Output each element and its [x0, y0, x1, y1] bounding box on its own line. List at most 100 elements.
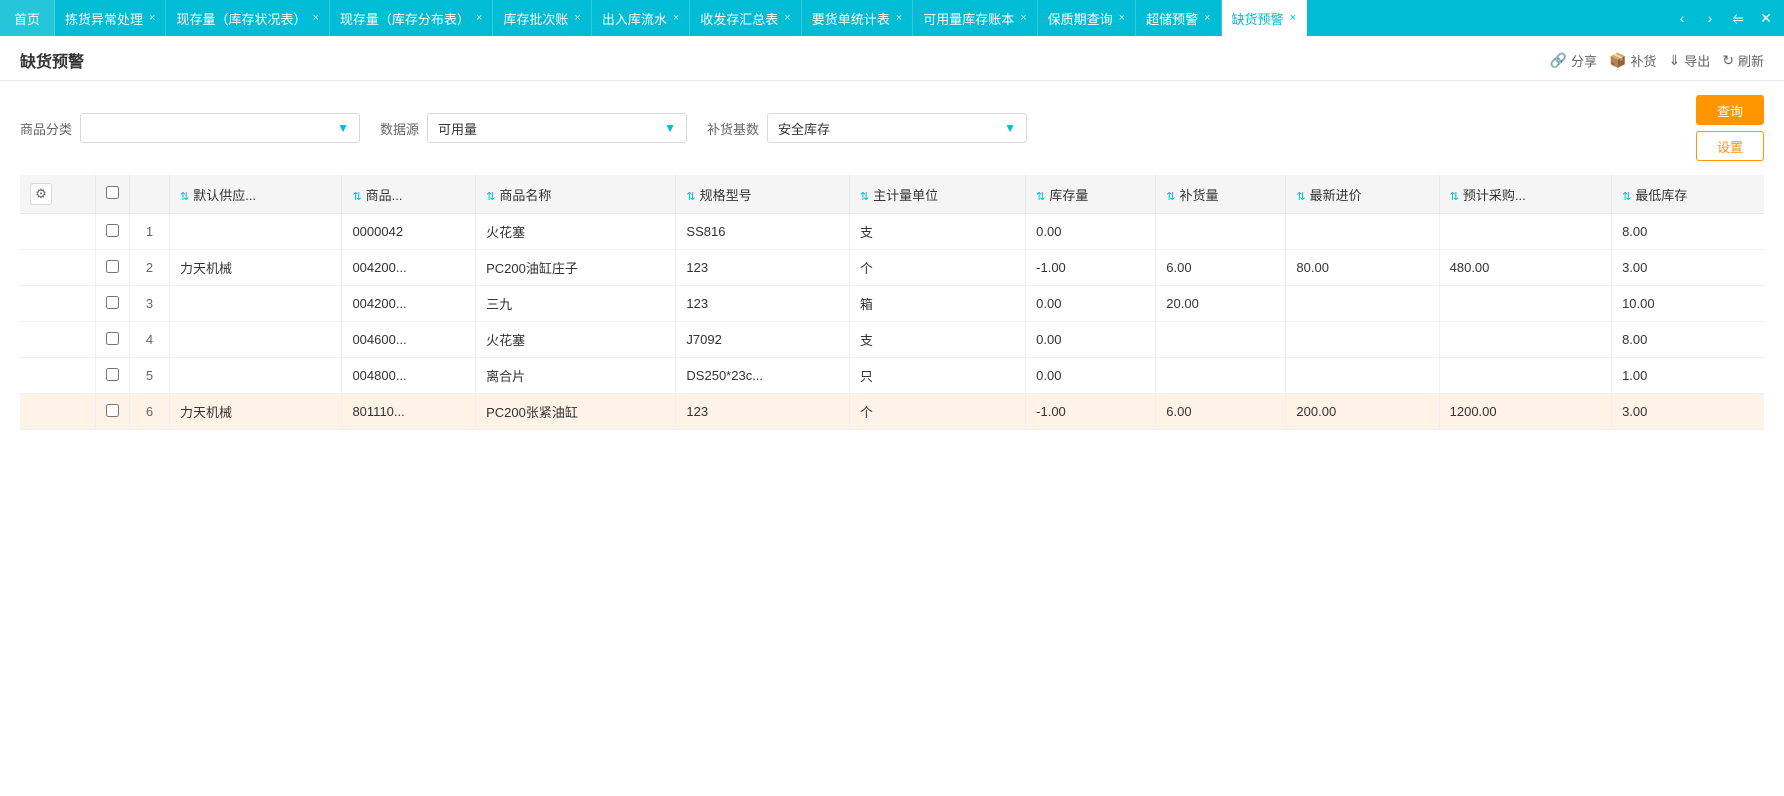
settings-button[interactable]: 设置: [1696, 131, 1764, 161]
page-title: 缺货预警: [20, 48, 84, 72]
cell-est_purchase-row1: 480.00: [1439, 250, 1611, 286]
row-checkbox-0[interactable]: [106, 224, 119, 237]
cell-gear-row3: [20, 322, 96, 358]
cell-item_name-row2: 三九: [476, 286, 676, 322]
datasource-dropdown-icon: ▼: [664, 121, 676, 135]
share-action[interactable]: 🔗 分享: [1550, 51, 1597, 70]
filter-area: 商品分类 ▼ 数据源 可用量 ▼ 补货基数 安全库存 ▼ 查询 设置: [0, 81, 1784, 175]
nav-tab-close-inout-flow[interactable]: ×: [673, 12, 679, 24]
query-button[interactable]: 查询: [1696, 95, 1764, 125]
cell-unit-row1: 个: [849, 250, 1025, 286]
nav-tab-close-overstock-warning[interactable]: ×: [1204, 12, 1210, 24]
nav-tab-close-inventory-dist[interactable]: ×: [476, 12, 482, 24]
col-header-min_stock[interactable]: ⇅最低库存: [1612, 175, 1764, 214]
col-header-spec[interactable]: ⇅规格型号: [676, 175, 849, 214]
category-select[interactable]: ▼: [80, 113, 360, 143]
cell-default_supplier-row1: 力天机械: [170, 250, 342, 286]
cell-unit-row5: 个: [849, 394, 1025, 430]
col-header-default_supplier[interactable]: ⇅默认供应...: [170, 175, 342, 214]
nav-tab-inventory-dist[interactable]: 现存量（库存分布表） ×: [330, 0, 493, 36]
cell-unit-row2: 箱: [849, 286, 1025, 322]
cell-item_code-row2: 004200...: [342, 286, 476, 322]
select-all-checkbox[interactable]: [106, 186, 119, 199]
nav-tab-batch-account[interactable]: 库存批次账 ×: [493, 0, 591, 36]
table-row: 2力天机械004200...PC200油缸庄子123个-1.006.0080.0…: [20, 250, 1764, 286]
row-checkbox-2[interactable]: [106, 296, 119, 309]
sort-icon-item_code: ⇅: [352, 191, 361, 203]
row-checkbox-1[interactable]: [106, 260, 119, 273]
nav-tab-inventory-status[interactable]: 现存量（库存状况表） ×: [166, 0, 329, 36]
nav-tab-order-stats[interactable]: 要货单统计表 ×: [802, 0, 913, 36]
cell-checkbox-row2: [96, 286, 130, 322]
cell-latest_price-row0: [1286, 214, 1439, 250]
nav-tab-close-shortage-warning[interactable]: ×: [1290, 12, 1296, 24]
nav-close-button[interactable]: ✕: [1752, 4, 1780, 32]
cell-min_stock-row2: 10.00: [1612, 286, 1764, 322]
nav-tab-close-pick-anomaly[interactable]: ×: [149, 12, 155, 24]
refresh-action[interactable]: ↻ 刷新: [1722, 51, 1764, 70]
nav-tab-shortage-warning[interactable]: 缺货预警 ×: [1222, 0, 1307, 36]
col-header-item_code[interactable]: ⇅商品...: [342, 175, 476, 214]
col-header-stock_qty[interactable]: ⇅库存量: [1026, 175, 1156, 214]
nav-tab-available-ledger[interactable]: 可用量库存账本 ×: [913, 0, 1037, 36]
col-header-replenish_qty[interactable]: ⇅补货量: [1156, 175, 1286, 214]
replenish-base-select-value: 安全库存: [778, 119, 830, 138]
nav-tab-expiry-query[interactable]: 保质期查询 ×: [1038, 0, 1136, 36]
nav-tab-close-expiry-query[interactable]: ×: [1119, 12, 1125, 24]
nav-tab-close-available-ledger[interactable]: ×: [1020, 12, 1026, 24]
cell-replenish_qty-row0: [1156, 214, 1286, 250]
nav-prev-button[interactable]: ‹: [1668, 4, 1696, 32]
nav-tab-pick-anomaly[interactable]: 拣货异常处理 ×: [55, 0, 166, 36]
datasource-select[interactable]: 可用量 ▼: [427, 113, 687, 143]
col-header-est_purchase[interactable]: ⇅预计采购...: [1439, 175, 1611, 214]
sort-icon-default_supplier: ⇅: [180, 191, 189, 203]
page-header: 缺货预警 🔗 分享 📦 补货 ⇓ 导出 ↻ 刷新: [0, 36, 1784, 81]
nav-tab-recv-summary[interactable]: 收发存汇总表 ×: [690, 0, 801, 36]
cell-replenish_qty-row4: [1156, 358, 1286, 394]
replenish-base-label: 补货基数: [707, 119, 759, 138]
gear-settings-icon[interactable]: ⚙: [30, 183, 52, 205]
replenish-action[interactable]: 📦 补货: [1609, 51, 1656, 70]
col-header-latest_price[interactable]: ⇅最新进价: [1286, 175, 1439, 214]
col-header-item_name[interactable]: ⇅商品名称: [476, 175, 676, 214]
cell-default_supplier-row2: [170, 286, 342, 322]
nav-tab-close-order-stats[interactable]: ×: [896, 12, 902, 24]
cell-min_stock-row4: 1.00: [1612, 358, 1764, 394]
nav-tab-close-recv-summary[interactable]: ×: [784, 12, 790, 24]
nav-tab-overstock-warning[interactable]: 超储预警 ×: [1136, 0, 1221, 36]
cell-spec-row1: 123: [676, 250, 849, 286]
cell-replenish_qty-row1: 6.00: [1156, 250, 1286, 286]
cell-checkbox-row0: [96, 214, 130, 250]
nav-tab-inout-flow[interactable]: 出入库流水 ×: [592, 0, 690, 36]
filter-actions: 查询 设置: [1696, 95, 1764, 161]
cell-checkbox-row1: [96, 250, 130, 286]
sort-icon-item_name: ⇅: [486, 191, 495, 203]
category-filter-group: 商品分类 ▼: [20, 113, 360, 143]
nav-restore-button[interactable]: ⥢: [1724, 4, 1752, 32]
col-header-unit[interactable]: ⇅主计量单位: [849, 175, 1025, 214]
export-action[interactable]: ⇓ 导出: [1669, 51, 1711, 70]
row-checkbox-3[interactable]: [106, 332, 119, 345]
row-checkbox-4[interactable]: [106, 368, 119, 381]
row-checkbox-5[interactable]: [106, 404, 119, 417]
nav-tab-home[interactable]: 首页: [0, 0, 55, 36]
cell-est_purchase-row2: [1439, 286, 1611, 322]
cell-spec-row4: DS250*23c...: [676, 358, 849, 394]
cell-item_name-row3: 火花塞: [476, 322, 676, 358]
table-row: 4004600...火花塞J7092支0.008.00: [20, 322, 1764, 358]
cell-gear-row1: [20, 250, 96, 286]
export-icon: ⇓: [1669, 52, 1681, 69]
nav-bar: 首页拣货异常处理 ×现存量（库存状况表） ×现存量（库存分布表） ×库存批次账 …: [0, 0, 1784, 36]
share-icon: 🔗: [1550, 52, 1567, 69]
cell-stock_qty-row3: 0.00: [1026, 322, 1156, 358]
sort-icon-unit: ⇅: [860, 191, 869, 203]
nav-tab-close-batch-account[interactable]: ×: [574, 12, 580, 24]
nav-tab-close-inventory-status[interactable]: ×: [312, 12, 318, 24]
nav-next-button[interactable]: ›: [1696, 4, 1724, 32]
data-table: ⚙⇅默认供应...⇅商品...⇅商品名称⇅规格型号⇅主计量单位⇅库存量⇅补货量⇅…: [20, 175, 1764, 430]
table-row: 10000042火花塞SS816支0.008.00: [20, 214, 1764, 250]
share-label: 分享: [1571, 51, 1597, 70]
datasource-select-value: 可用量: [438, 119, 477, 138]
cell-default_supplier-row4: [170, 358, 342, 394]
replenish-base-select[interactable]: 安全库存 ▼: [767, 113, 1027, 143]
